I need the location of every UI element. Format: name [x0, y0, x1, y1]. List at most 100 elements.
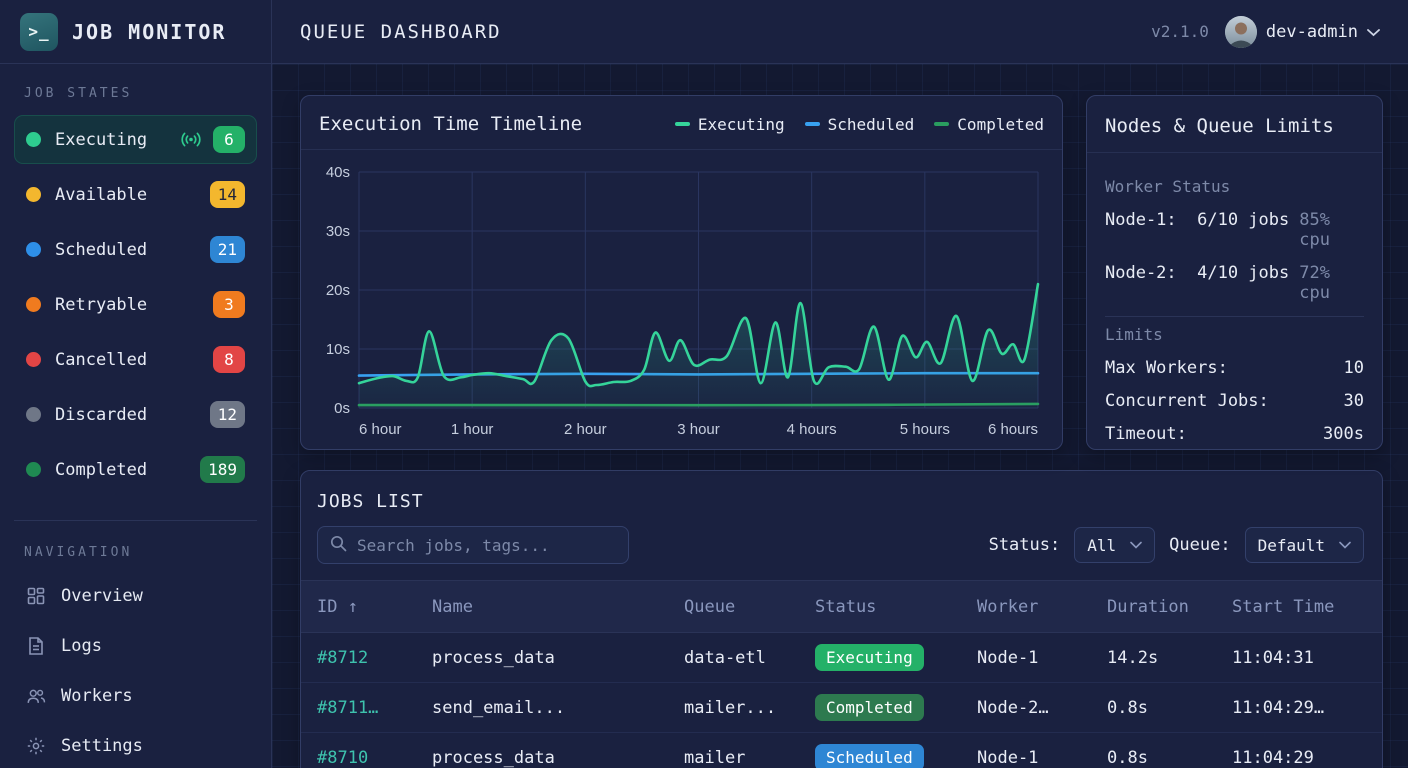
state-right: 189: [200, 456, 245, 483]
job-name: process_data: [432, 647, 555, 668]
job-name: process_data: [432, 747, 555, 768]
column-header-name[interactable]: Name: [432, 597, 684, 617]
logo-bar: >_ JOB MONITOR: [0, 0, 272, 64]
job-duration: 0.8s: [1107, 697, 1148, 718]
limits-heading: Limits: [1105, 325, 1163, 344]
queue-filter-value: Default: [1257, 535, 1325, 555]
sidebar-item-available[interactable]: Available 14: [14, 170, 257, 219]
search-input[interactable]: [357, 535, 616, 555]
chart-plot-area: 0s 10s 20s 30s 40s 6 hour 1 hour 2 hour 3 hour 4 …: [301, 150, 1062, 456]
job-id-link[interactable]: #8710: [317, 748, 432, 768]
document-icon: [26, 636, 46, 656]
worker-status-heading: Worker Status: [1105, 177, 1231, 196]
sidebar-item-workers[interactable]: Workers: [14, 674, 257, 718]
status-badge: Completed: [815, 694, 924, 721]
app-window: >_ JOB MONITOR QUEUE DASHBOARD v2.1.0 de…: [0, 0, 1408, 768]
navigation-list: Overview Logs Workers Settings: [14, 574, 257, 768]
gear-icon: [26, 736, 46, 756]
worker-status-row: Node-1: 6/10 jobs 85% cpu: [1105, 210, 1364, 250]
nav-label: Logs: [61, 636, 102, 656]
navigation-heading: NAVIGATION: [24, 545, 133, 560]
avatar[interactable]: [1224, 15, 1257, 48]
nodes-queue-limits-card: Nodes & Queue Limits Worker Status Node-…: [1086, 95, 1383, 450]
column-header-status[interactable]: Status: [815, 597, 977, 617]
job-duration: 0.8s: [1107, 747, 1148, 768]
job-queue: mailer: [684, 747, 746, 768]
limit-value: 10: [1343, 358, 1364, 378]
sidebar-item-completed[interactable]: Completed 189: [14, 445, 257, 494]
state-dot: [26, 462, 41, 477]
x-tick-label: 5 hours: [900, 421, 950, 438]
state-dot: [26, 297, 41, 312]
jobs-list-card: JOBS LIST Status: All Queue: D: [300, 470, 1383, 768]
y-tick-label: 40s: [326, 164, 350, 181]
sidebar-item-retryable[interactable]: Retryable 3: [14, 280, 257, 329]
nav-label: Settings: [61, 736, 143, 756]
state-right: 12: [209, 401, 245, 428]
sidebar-item-logs[interactable]: Logs: [14, 624, 257, 668]
state-dot: [26, 407, 41, 422]
sidebar-item-cancelled[interactable]: Cancelled 8: [14, 335, 257, 384]
jobs-table-header: ID ↑ Name Queue Status Worker Duration Start T…: [301, 580, 1382, 633]
chevron-down-icon: [1367, 22, 1380, 41]
y-tick-label: 10s: [326, 341, 350, 358]
sidebar-item-overview[interactable]: Overview: [14, 574, 257, 618]
state-dot: [26, 352, 41, 367]
state-count-badge: 189: [200, 456, 245, 483]
terminal-icon: >_: [20, 12, 58, 51]
column-header-id--[interactable]: ID ↑: [317, 597, 432, 617]
job-start-time: 11:04:31: [1232, 647, 1314, 668]
column-header-queue[interactable]: Queue: [684, 597, 815, 617]
state-count-badge: 6: [213, 126, 245, 153]
jobs-list-title: JOBS LIST: [317, 491, 424, 512]
nodes-divider: [1105, 316, 1364, 317]
main-content: Execution Time Timeline Executing Schedul…: [272, 64, 1408, 768]
job-id-link[interactable]: #8712: [317, 648, 432, 668]
user-menu[interactable]: dev-admin: [1224, 15, 1380, 48]
queue-filter-select[interactable]: Default: [1244, 527, 1364, 563]
limit-row: Max Workers: 10: [1105, 358, 1364, 378]
job-queue: data-etl: [684, 647, 766, 668]
sidebar-item-executing[interactable]: Executing 6: [14, 115, 257, 164]
table-row[interactable]: #8711… send_email... mailer... Completed Nod…: [301, 683, 1382, 733]
username[interactable]: dev-admin: [1266, 22, 1358, 42]
column-header-worker[interactable]: Worker: [977, 597, 1107, 617]
nav-label: Overview: [61, 586, 143, 606]
state-count-badge: 14: [209, 181, 245, 208]
state-right: 21: [209, 236, 245, 263]
state-label: Discarded: [55, 404, 148, 425]
state-label: Retryable: [55, 294, 148, 315]
column-header-duration[interactable]: Duration: [1107, 597, 1232, 617]
search-box[interactable]: [317, 526, 629, 564]
y-tick-label: 20s: [326, 282, 350, 299]
queue-filter-label: Queue:: [1169, 535, 1231, 555]
sidebar-item-discarded[interactable]: Discarded 12: [14, 390, 257, 439]
column-header-start-time[interactable]: Start Time: [1232, 597, 1382, 617]
job-states-heading: JOB STATES: [24, 86, 133, 101]
chart-title: Execution Time Timeline: [319, 113, 583, 135]
sidebar-item-settings[interactable]: Settings: [14, 724, 257, 768]
state-label: Completed: [55, 459, 148, 480]
legend-swatch: [674, 122, 690, 126]
job-start-time: 11:04:29: [1232, 747, 1314, 768]
state-right: 6: [179, 126, 245, 153]
search-icon: [330, 535, 347, 556]
version-label: v2.1.0: [1151, 22, 1209, 41]
table-row[interactable]: #8712 process_data data-etl Executing Node-1…: [301, 633, 1382, 683]
people-icon: [26, 687, 46, 705]
job-id-link[interactable]: #8711…: [317, 698, 432, 718]
status-filter-select[interactable]: All: [1074, 527, 1156, 563]
sidebar-divider: [14, 520, 257, 521]
status-badge: Scheduled: [815, 744, 924, 768]
legend-swatch: [804, 122, 820, 126]
sidebar-item-scheduled[interactable]: Scheduled 21: [14, 225, 257, 274]
jobs-table-body: #8712 process_data data-etl Executing Node-1…: [301, 633, 1382, 768]
page-title: QUEUE DASHBOARD: [300, 20, 502, 43]
state-label: Scheduled: [55, 239, 148, 260]
legend-swatch: [934, 122, 950, 126]
worker-cpu: 85% cpu: [1299, 210, 1330, 250]
job-worker: Node-1: [977, 647, 1039, 668]
y-tick-label: 0s: [334, 400, 350, 417]
limits-list: Max Workers: 10 Concurrent Jobs: 30 Timeout:…: [1105, 358, 1364, 444]
table-row[interactable]: #8710 process_data mailer Scheduled Node-1 0.…: [301, 733, 1382, 768]
